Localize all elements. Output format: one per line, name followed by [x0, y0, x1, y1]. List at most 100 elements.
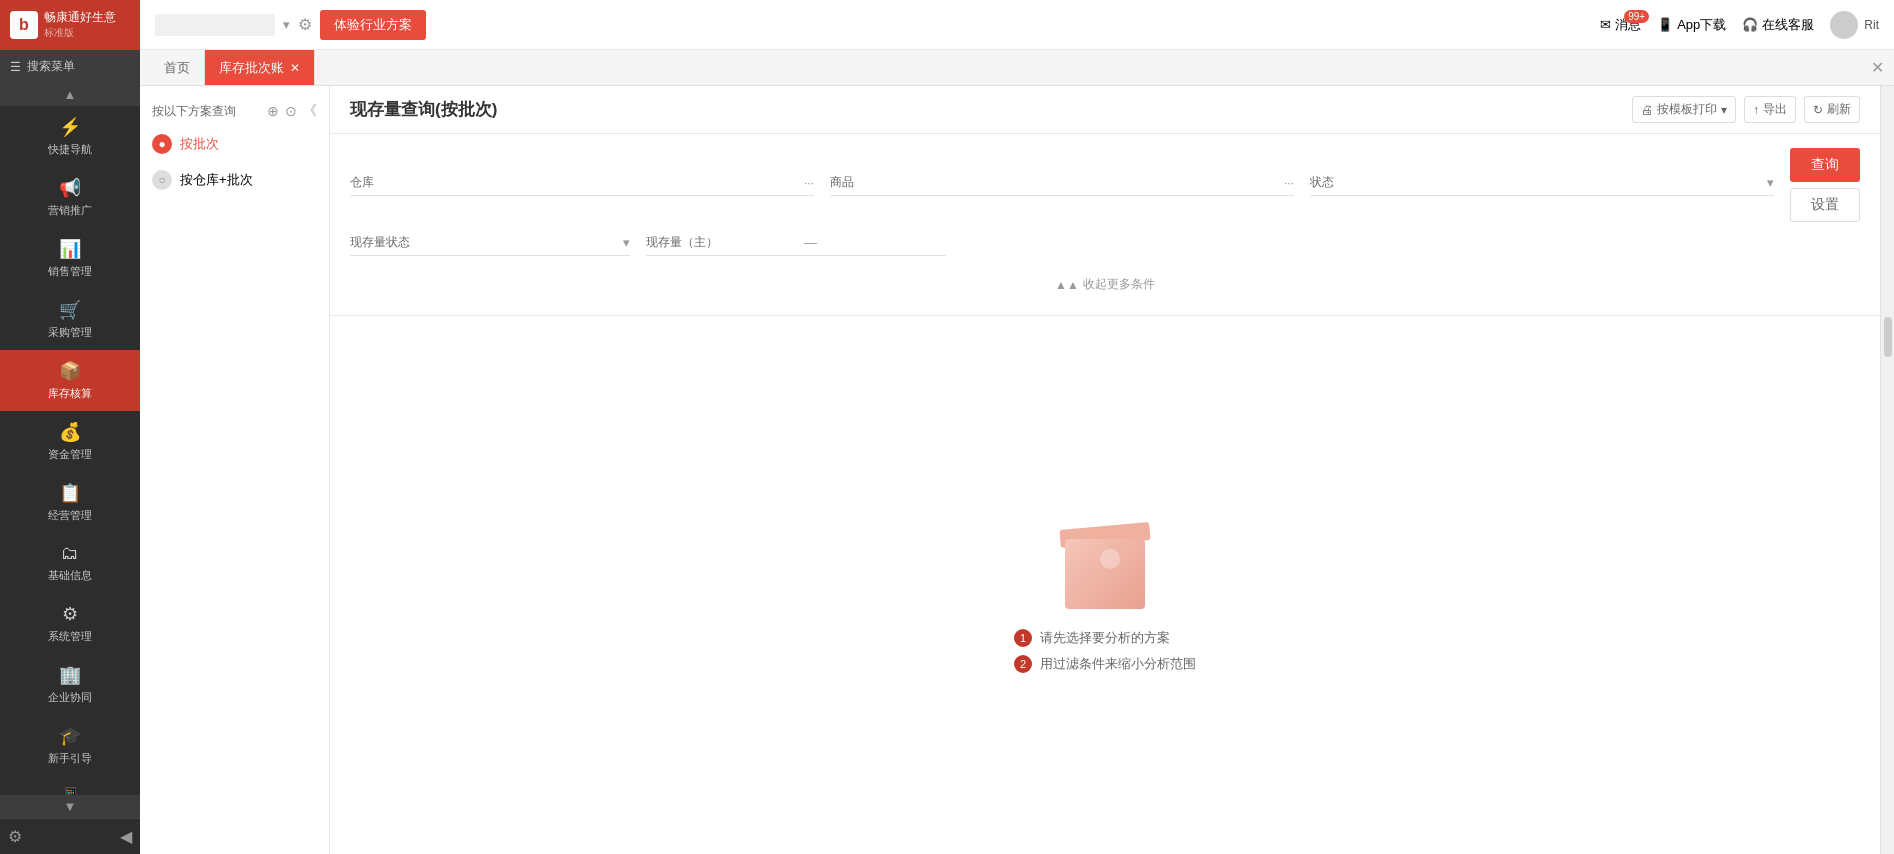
tab-batch-stock-label: 库存批次账	[219, 59, 284, 77]
close-panel-icon[interactable]: ✕	[1871, 58, 1884, 77]
messages-btn[interactable]: ✉ 消息 99+	[1600, 16, 1641, 34]
username-label: Rit	[1864, 18, 1879, 32]
sidebar-item-app-center[interactable]: 📱 应用中心	[0, 776, 140, 795]
product-input[interactable]	[890, 176, 1284, 190]
quick-nav-icon: ⚡	[59, 116, 81, 138]
sidebar-item-operations[interactable]: 📋 经营管理	[0, 472, 140, 533]
work-area: 现存量查询(按批次) 🖨 按模板打印 ▾ ↑ 导出 ↻ 刷新	[330, 86, 1880, 854]
stock-main-to-input[interactable]	[823, 236, 903, 250]
sidebar-item-enterprise[interactable]: 🏢 企业协同	[0, 654, 140, 715]
stock-main-from-input[interactable]	[718, 236, 798, 250]
sidebar-item-label-quick-nav: 快捷导航	[48, 142, 92, 157]
enterprise-icon: 🏢	[59, 664, 81, 686]
collapse-panel-icon[interactable]: 《	[303, 102, 317, 120]
add-scheme-icon[interactable]: ⊕	[267, 103, 279, 119]
refresh-btn[interactable]: ↻ 刷新	[1804, 96, 1860, 123]
app-download-label: App下载	[1677, 16, 1726, 34]
side-scrollbar[interactable]	[1880, 86, 1894, 854]
query-button[interactable]: 查询	[1790, 148, 1860, 182]
refresh-icon: ↻	[1813, 103, 1823, 117]
empty-tip-1: 1 请先选择要分析的方案	[1014, 629, 1196, 647]
empty-box-shine	[1100, 549, 1120, 569]
scheme-item-warehouse-batch[interactable]: ○ 按仓库+批次	[140, 162, 329, 198]
sidebar-item-quick-nav[interactable]: ⚡ 快捷导航	[0, 106, 140, 167]
app-logo: b	[10, 11, 38, 39]
nav-scroll-up[interactable]: ▲	[0, 83, 140, 106]
page-title: 现存量查询(按批次)	[350, 98, 497, 121]
stock-main-filter: 现存量（主） —	[646, 234, 946, 256]
guide-icon: 🎓	[59, 725, 81, 747]
collapse-sidebar-icon[interactable]: ◀	[120, 827, 132, 846]
scheme-settings-icon[interactable]: ⊙	[285, 103, 297, 119]
empty-state: 1 请先选择要分析的方案 2 用过滤条件来缩小分析范围	[330, 316, 1880, 854]
stock-status-filter[interactable]: 现存量状态 ▾	[350, 234, 630, 256]
product-more-icon[interactable]: ···	[1284, 176, 1294, 190]
empty-illustration	[1045, 489, 1165, 609]
trial-btn[interactable]: 体验行业方案	[320, 10, 426, 40]
stock-main-dash: —	[804, 235, 817, 250]
product-filter: 商品 ···	[830, 174, 1294, 196]
sidebar-item-purchase[interactable]: 🛒 采购管理	[0, 289, 140, 350]
search-menu-item[interactable]: ☰ 搜索菜单	[0, 50, 140, 83]
main-content: ▾ ⚙ 体验行业方案 ✉ 消息 99+ 📱 App下载 🎧 在线客服 Rit	[140, 0, 1894, 854]
sidebar-nav: ⚡ 快捷导航 📢 营销推广 📊 销售管理 🛒 采购管理 📦 库存核算 💰 资金管…	[0, 106, 140, 795]
warehouse-more-icon[interactable]: ···	[804, 176, 814, 190]
warehouse-input[interactable]	[410, 176, 804, 190]
scheme-batch-label: 按批次	[180, 135, 219, 153]
filter-area: 仓库 ··· 商品 ··· 状态 ▾ 查询	[330, 134, 1880, 316]
print-btn[interactable]: 🖨 按模板打印 ▾	[1632, 96, 1736, 123]
tab-batch-stock[interactable]: 库存批次账 ✕	[205, 50, 315, 85]
sidebar-item-label-finance: 资金管理	[48, 447, 92, 462]
topbar-left: ▾ ⚙ 体验行业方案	[155, 10, 1590, 40]
marketing-icon: 📢	[59, 177, 81, 199]
empty-tip-2: 2 用过滤条件来缩小分析范围	[1014, 655, 1196, 673]
sidebar-item-sales[interactable]: 📊 销售管理	[0, 228, 140, 289]
online-service-btn[interactable]: 🎧 在线客服	[1742, 16, 1814, 34]
scheme-warehouse-batch-icon: ○	[152, 170, 172, 190]
sidebar-item-finance[interactable]: 💰 资金管理	[0, 411, 140, 472]
sidebar-item-system[interactable]: ⚙ 系统管理	[0, 593, 140, 654]
topbar-gear-icon[interactable]: ⚙	[298, 15, 312, 34]
stock-status-chevron-icon: ▾	[623, 235, 630, 250]
export-btn[interactable]: ↑ 导出	[1744, 96, 1796, 123]
online-service-label: 在线客服	[1762, 16, 1814, 34]
sidebar-item-label-system: 系统管理	[48, 629, 92, 644]
sidebar-item-marketing[interactable]: 📢 营销推广	[0, 167, 140, 228]
inventory-icon: 📦	[59, 360, 81, 382]
sidebar-footer: ⚙ ◀	[0, 818, 140, 854]
query-panel-actions: ⊕ ⊙ 《	[267, 102, 317, 120]
tabbar: 首页 库存批次账 ✕ ✕	[140, 50, 1894, 86]
basic-info-icon: 🗂	[61, 543, 79, 564]
tab-batch-stock-close[interactable]: ✕	[290, 61, 300, 75]
set-button[interactable]: 设置	[1790, 188, 1860, 222]
topbar-search-input[interactable]	[155, 14, 275, 36]
stock-main-label: 现存量（主）	[646, 234, 718, 251]
sidebar-item-label-enterprise: 企业协同	[48, 690, 92, 705]
tab-home[interactable]: 首页	[150, 50, 205, 85]
sidebar-item-label-purchase: 采购管理	[48, 325, 92, 340]
scroll-thumb	[1884, 317, 1892, 357]
sidebar-item-inventory[interactable]: 📦 库存核算	[0, 350, 140, 411]
messages-badge: 99+	[1624, 10, 1649, 23]
user-profile-btn[interactable]: Rit	[1830, 11, 1879, 39]
warehouse-label: 仓库	[350, 174, 410, 191]
finance-icon: 💰	[59, 421, 81, 443]
status-filter[interactable]: 状态 ▾	[1310, 174, 1774, 196]
app-download-btn[interactable]: 📱 App下载	[1657, 16, 1726, 34]
status-chevron-icon: ▾	[1767, 175, 1774, 190]
sidebar-item-basic-info[interactable]: 🗂 基础信息	[0, 533, 140, 593]
sidebar-item-label-operations: 经营管理	[48, 508, 92, 523]
stock-status-label: 现存量状态	[350, 234, 410, 251]
sidebar-header: b 畅康通好生意 标准版	[0, 0, 140, 50]
settings-footer-icon[interactable]: ⚙	[8, 827, 22, 846]
filter-row-2: 现存量状态 ▾ 现存量（主） —	[350, 234, 1860, 256]
avatar	[1830, 11, 1858, 39]
sidebar: b 畅康通好生意 标准版 ☰ 搜索菜单 ▲ ⚡ 快捷导航 📢 营销推广 📊 销售…	[0, 0, 140, 854]
collapse-more-btn[interactable]: ▲▲ 收起更多条件	[350, 268, 1860, 301]
headset-icon: 🎧	[1742, 17, 1758, 32]
nav-scroll-down[interactable]: ▼	[0, 795, 140, 818]
topbar-chevron-icon[interactable]: ▾	[283, 17, 290, 32]
sidebar-item-guide[interactable]: 🎓 新手引导	[0, 715, 140, 776]
scheme-item-batch[interactable]: ● 按批次	[140, 126, 329, 162]
phone-icon: 📱	[1657, 17, 1673, 32]
